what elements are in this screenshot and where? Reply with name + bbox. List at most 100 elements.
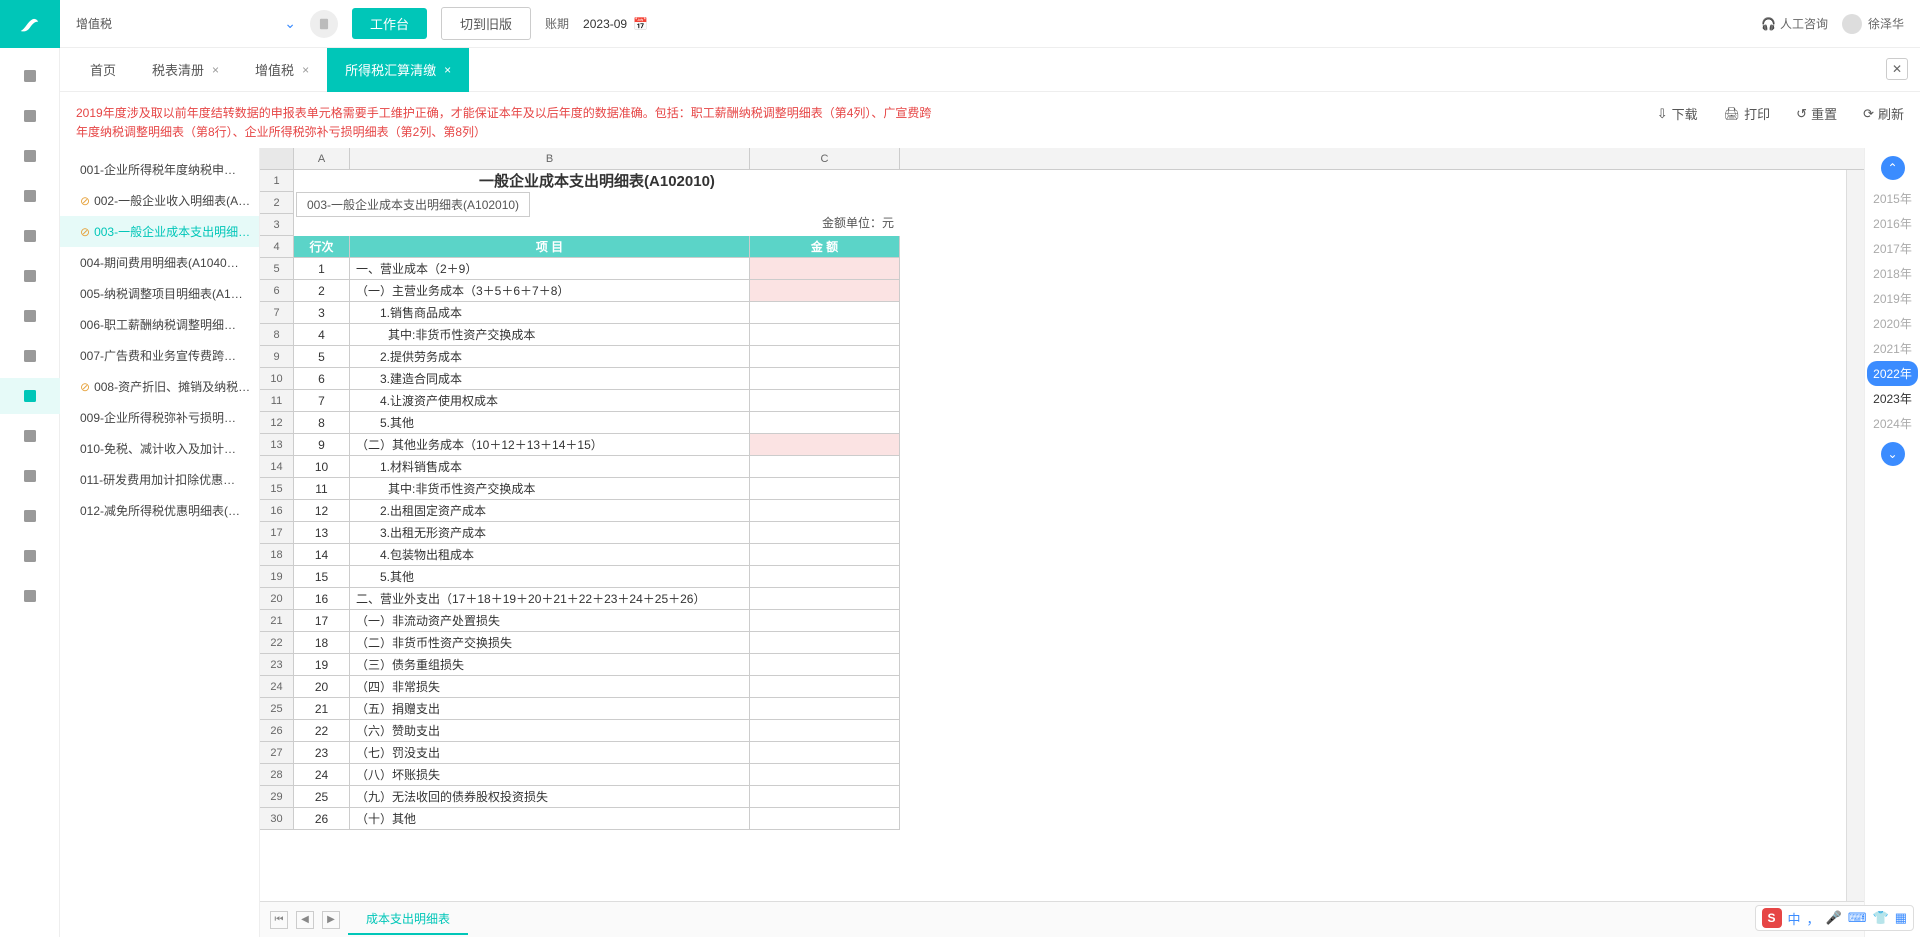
cell[interactable]: 12 [294, 500, 350, 522]
sidebar-media-icon[interactable] [0, 538, 60, 574]
sidebar-ledger-icon[interactable] [0, 98, 60, 134]
cell[interactable]: 18 [294, 632, 350, 654]
ime-lang[interactable]: 中 [1788, 909, 1801, 928]
cell[interactable]: 8 [294, 412, 350, 434]
row-header[interactable]: 22 [260, 632, 294, 654]
cell[interactable]: 4.让渡资产使用权成本 [350, 390, 750, 412]
cell[interactable]: 7 [294, 390, 350, 412]
row-header[interactable]: 11 [260, 390, 294, 412]
workbench-button[interactable]: 工作台 [352, 8, 427, 39]
sidebar-misc-icon[interactable] [0, 578, 60, 614]
year-option[interactable]: 2017年 [1867, 236, 1918, 261]
year-option[interactable]: 2023年 [1867, 386, 1918, 411]
cell[interactable] [750, 720, 900, 742]
cell[interactable] [750, 368, 900, 390]
sidebar-form-icon[interactable] [0, 258, 60, 294]
cell[interactable] [750, 280, 900, 302]
tax-type-dropdown[interactable]: 增值税 ⌄ [76, 15, 296, 32]
cell[interactable]: 其中:非货币性资产交换成本 [350, 324, 750, 346]
row-header[interactable]: 29 [260, 786, 294, 808]
period-picker[interactable]: 2023-09 📅 [583, 17, 648, 31]
cell[interactable]: 3 [294, 302, 350, 324]
cell[interactable]: 15 [294, 566, 350, 588]
row-header[interactable]: 21 [260, 610, 294, 632]
cell[interactable]: 14 [294, 544, 350, 566]
year-option[interactable]: 2015年 [1867, 186, 1918, 211]
cell[interactable] [750, 764, 900, 786]
cell[interactable]: 2.提供劳务成本 [350, 346, 750, 368]
row-header[interactable]: 7 [260, 302, 294, 324]
support-link[interactable]: 🎧 人工咨询 [1761, 15, 1828, 32]
sheet-tab[interactable]: 成本支出明细表 [348, 904, 468, 935]
tree-item[interactable]: 009-企业所得税弥补亏损明… [60, 402, 259, 433]
row-header[interactable]: 6 [260, 280, 294, 302]
cell[interactable]: （二）其他业务成本（10＋12＋13＋14＋15） [350, 434, 750, 456]
cell[interactable]: （二）非货币性资产交换损失 [350, 632, 750, 654]
row-header[interactable]: 12 [260, 412, 294, 434]
row-header[interactable]: 20 [260, 588, 294, 610]
switch-old-button[interactable]: 切到旧版 [441, 7, 531, 40]
ime-settings-icon[interactable]: ▦ [1895, 910, 1907, 926]
row-header[interactable]: 9 [260, 346, 294, 368]
row-header[interactable]: 26 [260, 720, 294, 742]
close-icon[interactable]: × [212, 63, 219, 77]
row-header[interactable]: 27 [260, 742, 294, 764]
cell[interactable]: 23 [294, 742, 350, 764]
cell[interactable]: 4 [294, 324, 350, 346]
cell[interactable] [750, 258, 900, 280]
year-option[interactable]: 2020年 [1867, 311, 1918, 336]
ime-toolbar[interactable]: S 中 ， 🎤 ⌨ 👕 ▦ [1755, 905, 1914, 931]
cell[interactable]: 2.出租固定资产成本 [350, 500, 750, 522]
cell[interactable] [750, 742, 900, 764]
cell[interactable] [750, 390, 900, 412]
cell[interactable] [750, 654, 900, 676]
cell[interactable] [750, 302, 900, 324]
sidebar-asset-icon[interactable] [0, 178, 60, 214]
year-option[interactable]: 2016年 [1867, 211, 1918, 236]
cell[interactable] [750, 456, 900, 478]
tree-item[interactable]: 010-免税、减计收入及加计… [60, 433, 259, 464]
col-header-c[interactable]: C [750, 148, 900, 169]
cell[interactable] [750, 632, 900, 654]
cell[interactable]: 5 [294, 346, 350, 368]
cell[interactable]: 16 [294, 588, 350, 610]
row-header[interactable]: 30 [260, 808, 294, 830]
cell[interactable] [750, 434, 900, 456]
cell[interactable]: 2 [294, 280, 350, 302]
year-option[interactable]: 2018年 [1867, 261, 1918, 286]
cell[interactable]: 10 [294, 456, 350, 478]
sidebar-template-icon[interactable] [0, 298, 60, 334]
cell[interactable] [750, 676, 900, 698]
cell[interactable] [750, 808, 900, 830]
tree-item[interactable]: ⊘008-资产折旧、摊销及纳税… [60, 371, 259, 402]
tab-所得税汇算清缴[interactable]: 所得税汇算清缴× [327, 48, 469, 92]
cell[interactable]: 24 [294, 764, 350, 786]
sheet-nav-prev[interactable]: ◀ [296, 911, 314, 929]
close-all-tabs[interactable]: ✕ [1886, 58, 1908, 80]
tree-item[interactable]: 011-研发费用加计扣除优惠… [60, 464, 259, 495]
cell[interactable]: 其中:非货币性资产交换成本 [350, 478, 750, 500]
cell[interactable]: （六）赞助支出 [350, 720, 750, 742]
tree-item[interactable]: ⊘002-一般企业收入明细表(A… [60, 185, 259, 216]
cell[interactable]: 一、营业成本（2＋9） [350, 258, 750, 280]
cell[interactable]: 5.其他 [350, 412, 750, 434]
cell[interactable]: 22 [294, 720, 350, 742]
cell[interactable]: （十）其他 [350, 808, 750, 830]
cell[interactable]: 3.建造合同成本 [350, 368, 750, 390]
ime-mic-icon[interactable]: 🎤 [1826, 910, 1842, 926]
year-option[interactable]: 2024年 [1867, 411, 1918, 436]
cell[interactable] [750, 566, 900, 588]
row-header[interactable]: 18 [260, 544, 294, 566]
cell[interactable] [750, 610, 900, 632]
cell[interactable]: 9 [294, 434, 350, 456]
sidebar-report-icon[interactable] [0, 218, 60, 254]
tab-增值税[interactable]: 增值税× [237, 48, 327, 92]
tree-item[interactable]: 001-企业所得税年度纳税申… [60, 154, 259, 185]
row-header[interactable]: 8 [260, 324, 294, 346]
refresh-button[interactable]: ⟳刷新 [1863, 104, 1904, 123]
row-header[interactable]: 5 [260, 258, 294, 280]
row-header[interactable]: 23 [260, 654, 294, 676]
ime-keyboard-icon[interactable]: ⌨ [1848, 910, 1867, 926]
sidebar-home-icon[interactable] [0, 58, 60, 94]
cell[interactable]: （五）捐赠支出 [350, 698, 750, 720]
